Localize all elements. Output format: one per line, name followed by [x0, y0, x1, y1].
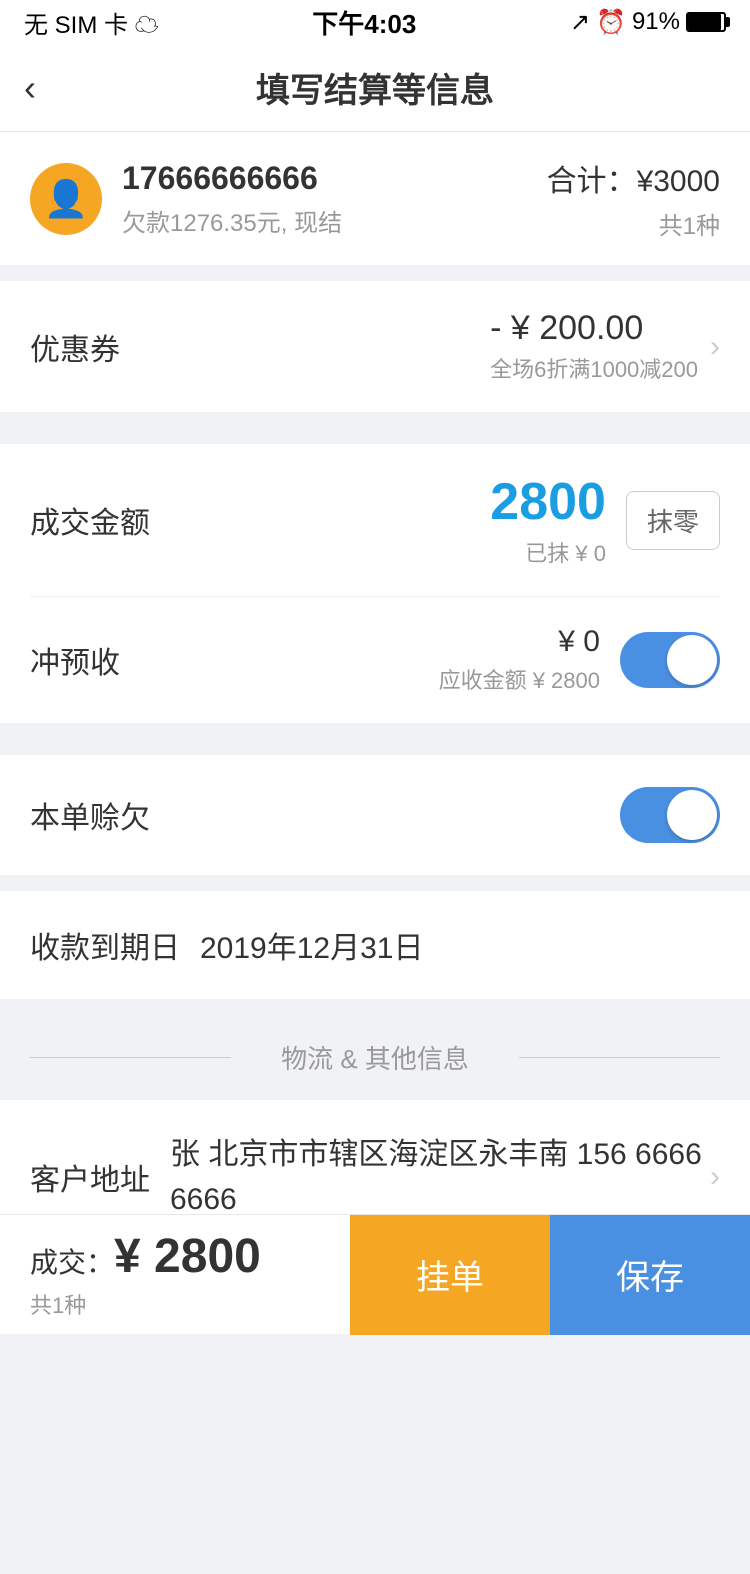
sim-status: 无 SIM 卡 ☁ — [24, 5, 159, 40]
coupon-info: - ¥ 200.00 全场6折满1000减200 — [490, 309, 698, 384]
due-date-section: 收款到期日 2019年12月31日 — [0, 891, 750, 999]
prereceive-toggle[interactable] — [620, 632, 720, 688]
prereceive-row: 冲预收 ¥ 0 应收金额 ¥ 2800 — [30, 597, 720, 723]
page-title: 填写结算等信息 — [256, 63, 494, 112]
deal-row: 成交金额 2800 已抹 ¥ 0 抹零 — [30, 444, 720, 597]
location-icon: ↗ — [570, 8, 590, 37]
logistics-line-left — [30, 1057, 231, 1058]
battery-icon — [686, 12, 726, 32]
coupon-right: - ¥ 200.00 全场6折满1000减200 › — [490, 309, 720, 384]
logistics-text: 物流 & 其他信息 — [281, 1039, 469, 1076]
coupon-desc: 全场6折满1000减200 — [490, 352, 698, 384]
own-debt-toggle[interactable] — [620, 787, 720, 843]
bottom-deal-label: 成交：¥ 2800 — [30, 1229, 320, 1284]
prereceive-amount-group: ¥ 0 应收金额 ¥ 2800 — [439, 625, 600, 695]
bottom-info: 成交：¥ 2800 共1种 — [0, 1229, 350, 1320]
alarm-icon: ⏰ — [596, 8, 626, 37]
bottom-count: 共1种 — [30, 1288, 320, 1320]
address-value: 张 北京市市辖区海淀区永丰南 156 6666 6666 — [170, 1132, 710, 1222]
bottom-deal-amount: ¥ 2800 — [114, 1230, 261, 1283]
deal-section: 成交金额 2800 已抹 ¥ 0 抹零 冲预收 ¥ 0 应收金额 ¥ 2800 — [0, 444, 750, 723]
avatar: 👤 — [30, 163, 102, 235]
prereceive-amount: ¥ 0 — [439, 625, 600, 659]
address-chevron-icon: › — [710, 1160, 720, 1194]
avatar-icon: 👤 — [44, 178, 89, 220]
section-divider-2 — [0, 723, 750, 739]
status-time: 下午4:03 — [312, 4, 416, 41]
own-debt-row: 本单赊欠 — [30, 755, 720, 875]
customer-debt: 欠款1276.35元, 现结 — [122, 203, 342, 238]
customer-info: 17666666666 欠款1276.35元, 现结 — [122, 160, 342, 238]
status-bar: 无 SIM 卡 ☁ 下午4:03 ↗ ⏰ 91% — [0, 0, 750, 44]
own-debt-label: 本单赊欠 — [30, 793, 150, 837]
coupon-row[interactable]: 优惠券 - ¥ 200.00 全场6折满1000减200 › — [0, 281, 750, 412]
prereceive-sub: 应收金额 ¥ 2800 — [439, 663, 600, 695]
deal-label: 成交金额 — [30, 498, 150, 542]
own-debt-section: 本单赊欠 — [0, 755, 750, 875]
save-button[interactable]: 保存 — [550, 1215, 750, 1335]
total-amount: 合计：¥3000 — [547, 156, 720, 200]
customer-left: 👤 17666666666 欠款1276.35元, 现结 — [30, 160, 342, 238]
customer-phone: 17666666666 — [122, 160, 342, 197]
coupon-amount: - ¥ 200.00 — [490, 309, 698, 348]
extra-space — [0, 1374, 750, 1574]
prereceive-right: ¥ 0 应收金额 ¥ 2800 — [439, 625, 720, 695]
battery-percent: 91% — [632, 8, 680, 36]
status-left: 无 SIM 卡 ☁ — [24, 5, 159, 40]
customer-card: 👤 17666666666 欠款1276.35元, 现结 合计：¥3000 共1… — [0, 132, 750, 265]
logistics-divider: 物流 & 其他信息 — [0, 1015, 750, 1100]
due-date-label: 收款到期日 — [30, 923, 180, 967]
round-zero-button[interactable]: 抹零 — [626, 491, 720, 550]
logistics-line-right — [519, 1057, 720, 1058]
nav-bar: ‹ 填写结算等信息 — [0, 44, 750, 132]
due-date-value: 2019年12月31日 — [200, 923, 423, 967]
bottom-bar: 成交：¥ 2800 共1种 挂单 保存 — [0, 1214, 750, 1334]
due-date-row: 收款到期日 2019年12月31日 — [30, 891, 720, 999]
toggle-knob — [667, 635, 717, 685]
prereceive-label: 冲预收 — [30, 638, 120, 682]
status-right: ↗ ⏰ 91% — [570, 8, 726, 37]
deal-amount-group: 2800 已抹 ¥ 0 — [490, 472, 606, 568]
deal-sub: 已抹 ¥ 0 — [490, 536, 606, 568]
customer-right: 合计：¥3000 共1种 — [547, 156, 720, 241]
back-button[interactable]: ‹ — [24, 67, 36, 109]
section-divider-1 — [0, 428, 750, 444]
address-label: 客户地址 — [30, 1155, 150, 1199]
deal-amount: 2800 — [490, 472, 606, 532]
coupon-label: 优惠券 — [30, 325, 120, 369]
total-count: 共1种 — [547, 206, 720, 241]
own-debt-toggle-knob — [667, 790, 717, 840]
hang-button[interactable]: 挂单 — [350, 1215, 550, 1335]
page-content: 👤 17666666666 欠款1276.35元, 现结 合计：¥3000 共1… — [0, 132, 750, 1574]
chevron-right-icon: › — [710, 330, 720, 364]
deal-right: 2800 已抹 ¥ 0 抹零 — [490, 472, 720, 568]
